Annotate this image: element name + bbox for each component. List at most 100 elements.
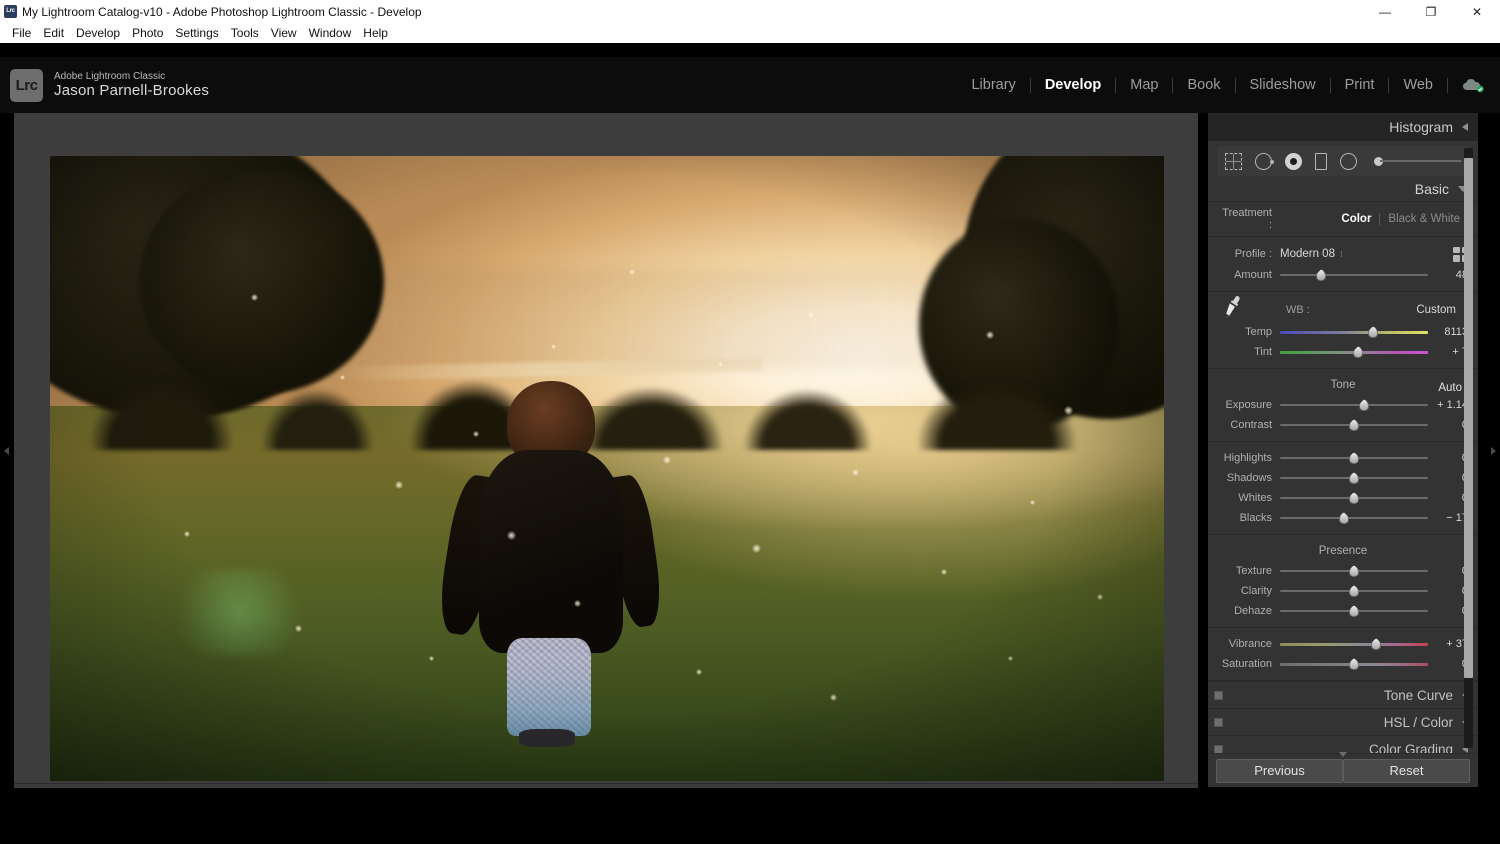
auto-tone-button[interactable]: Auto [1434,377,1466,399]
texture-value[interactable]: 0 [1428,565,1468,577]
tone-curve-switch[interactable] [1214,691,1223,700]
wb-value[interactable]: Custom [1416,304,1456,316]
panel-collapse-caret-icon[interactable] [1339,752,1347,757]
clarity-slider[interactable] [1280,585,1428,597]
highlights-value[interactable]: 0 [1428,452,1468,464]
red-eye-icon[interactable] [1285,152,1302,170]
amount-value[interactable]: 48 [1428,269,1468,281]
tint-value[interactable]: + 7 [1428,346,1468,358]
contrast-slider-knob[interactable] [1349,419,1359,431]
exposure-value[interactable]: + 1.14 [1428,399,1468,411]
radial-filter-icon[interactable] [1340,152,1357,170]
blacks-slider[interactable] [1280,512,1428,524]
module-print[interactable]: Print [1331,77,1389,93]
minimize-button[interactable]: — [1362,0,1408,23]
exposure-slider[interactable] [1280,399,1428,411]
menu-edit[interactable]: Edit [37,24,70,42]
temp-value[interactable]: 8113 [1428,326,1468,338]
identity-plate[interactable]: Lrc Adobe Lightroom Classic Jason Parnel… [0,68,209,102]
previous-button[interactable]: Previous [1216,758,1343,783]
profile-value[interactable]: Modern 08 [1280,248,1335,260]
whites-slider-knob[interactable] [1349,492,1359,504]
highlights-slider[interactable] [1280,452,1428,464]
menu-file[interactable]: File [6,24,37,42]
shadows-value[interactable]: 0 [1428,472,1468,484]
vibrance-slider-knob[interactable] [1371,638,1382,650]
tone-curve-panel-header[interactable]: Tone Curve [1208,681,1478,708]
vibrance-value[interactable]: + 37 [1428,638,1468,650]
right-panel-scrollbar[interactable] [1464,148,1473,748]
menu-window[interactable]: Window [303,24,358,42]
blacks-value[interactable]: − 17 [1428,512,1468,524]
dehaze-slider[interactable] [1280,605,1428,617]
module-slideshow[interactable]: Slideshow [1236,77,1330,93]
menu-view[interactable]: View [265,24,303,42]
basic-panel-header[interactable]: Basic [1208,176,1478,202]
develop-tool-strip [1217,146,1469,176]
histogram-panel-header[interactable]: Histogram [1208,113,1478,141]
hsl-color-switch[interactable] [1214,718,1223,727]
whites-slider[interactable] [1280,492,1428,504]
menu-tools[interactable]: Tools [225,24,265,42]
graduated-filter-icon[interactable] [1315,152,1327,170]
blacks-slider-knob[interactable] [1338,512,1349,524]
saturation-value[interactable]: 0 [1428,658,1468,670]
clarity-value[interactable]: 0 [1428,585,1468,597]
close-button[interactable]: ✕ [1454,0,1500,23]
right-panel-expand-arrow[interactable] [1491,447,1496,455]
saturation-slider-knob[interactable] [1349,658,1359,670]
saturation-slider[interactable] [1280,658,1428,670]
cloud-sync-icon[interactable] [1462,77,1484,93]
module-book[interactable]: Book [1173,77,1234,93]
menu-settings[interactable]: Settings [169,24,224,42]
tint-slider[interactable] [1280,346,1428,358]
treatment-bw-option[interactable]: Black & White [1380,213,1468,225]
amount-slider[interactable] [1280,269,1428,281]
exposure-slider-knob[interactable] [1359,399,1370,411]
clarity-slider-knob[interactable] [1349,585,1359,597]
contrast-value[interactable]: 0 [1428,419,1468,431]
temp-slider[interactable] [1280,326,1428,338]
dehaze-slider-knob[interactable] [1349,605,1359,617]
reset-button[interactable]: Reset [1343,758,1470,783]
identity-app-name: Adobe Lightroom Classic [54,70,166,82]
module-develop[interactable]: Develop [1031,77,1115,93]
shadows-slider-knob[interactable] [1349,472,1359,484]
texture-slider-knob[interactable] [1349,565,1359,577]
whites-value[interactable]: 0 [1428,492,1468,504]
restore-button[interactable]: ❐ [1408,0,1454,23]
tint-slider-knob[interactable] [1353,346,1364,358]
crop-overlay-icon[interactable] [1225,152,1242,170]
hsl-color-panel-header[interactable]: HSL / Color [1208,708,1478,735]
menu-photo[interactable]: Photo [126,24,169,42]
module-web[interactable]: Web [1389,77,1447,93]
highlights-slider-knob[interactable] [1349,452,1359,464]
tool-slider-track [1380,160,1461,162]
treatment-color-option[interactable]: Color [1333,213,1379,225]
chevron-left-icon[interactable] [1462,123,1468,131]
menu-bar: File Edit Develop Photo Settings Tools V… [0,23,1500,43]
loupe-photo[interactable] [50,156,1164,781]
spot-removal-icon[interactable] [1255,152,1274,170]
module-map[interactable]: Map [1116,77,1172,93]
module-library[interactable]: Library [957,77,1029,93]
vibrance-slider[interactable] [1280,638,1428,650]
white-balance-eyedropper-icon[interactable] [1218,292,1247,322]
tone-curve-title: Tone Curve [1383,687,1453,703]
scrollbar-thumb[interactable] [1464,158,1473,678]
profile-caret-icon[interactable]: ⁝ [1340,249,1343,260]
menu-develop[interactable]: Develop [70,24,126,42]
shadows-slider[interactable] [1280,472,1428,484]
contrast-slider[interactable] [1280,419,1428,431]
tone-detail-section: Highlights 0 Shadows 0 Whites [1208,442,1478,535]
texture-slider[interactable] [1280,565,1428,577]
amount-slider-knob[interactable] [1316,269,1327,281]
dehaze-label: Dehaze [1234,605,1272,617]
tool-amount-slider[interactable] [1374,156,1461,166]
dehaze-value[interactable]: 0 [1428,605,1468,617]
temp-slider-knob[interactable] [1368,326,1379,338]
left-panel-expand-arrow[interactable] [4,447,9,455]
blacks-row: Blacks − 17 [1208,508,1478,528]
menu-help[interactable]: Help [357,24,394,42]
filmstrip[interactable] [0,788,1500,844]
